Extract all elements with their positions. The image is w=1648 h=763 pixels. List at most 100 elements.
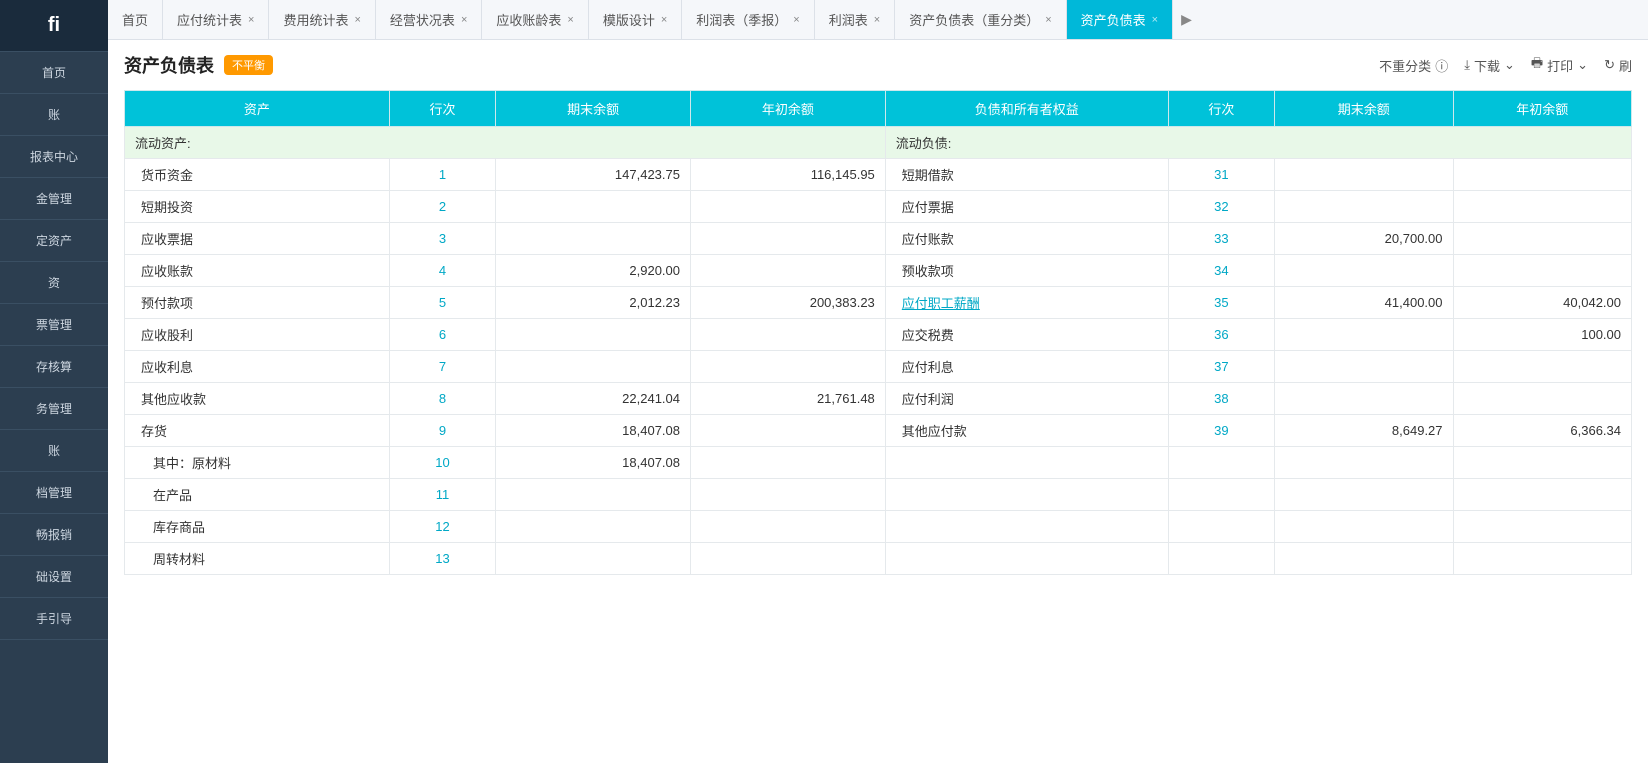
right-period-end[interactable]: [1275, 447, 1453, 479]
left-year-begin[interactable]: [691, 255, 886, 287]
left-name[interactable]: 其他应收款: [125, 383, 390, 415]
sidebar-item-invoice[interactable]: 票管理: [0, 304, 108, 346]
refresh-action[interactable]: ↻ 刷: [1604, 56, 1632, 75]
sidebar-item-report-center[interactable]: 报表中心: [0, 136, 108, 178]
tab-close-operations[interactable]: ×: [461, 14, 467, 26]
right-period-end[interactable]: [1275, 543, 1453, 575]
right-period-end[interactable]: [1275, 191, 1453, 223]
tab-close-template[interactable]: ×: [661, 14, 667, 26]
right-year-begin[interactable]: [1453, 255, 1631, 287]
right-name[interactable]: 应交税费: [885, 319, 1168, 351]
left-name[interactable]: 应收利息: [125, 351, 390, 383]
sidebar-item-tax[interactable]: 务管理: [0, 388, 108, 430]
right-period-end[interactable]: [1275, 159, 1453, 191]
right-year-begin[interactable]: [1453, 351, 1631, 383]
right-name[interactable]: [885, 447, 1168, 479]
right-name[interactable]: 应付职工薪酬: [885, 287, 1168, 319]
tab-close-receivable-age[interactable]: ×: [567, 14, 573, 26]
left-period-end[interactable]: [496, 191, 691, 223]
right-period-end[interactable]: [1275, 255, 1453, 287]
right-year-begin[interactable]: [1453, 511, 1631, 543]
left-year-begin[interactable]: [691, 479, 886, 511]
left-name[interactable]: 货币资金: [125, 159, 390, 191]
tab-scroll-right[interactable]: ▶: [1173, 11, 1200, 28]
left-period-end[interactable]: 18,407.08: [496, 415, 691, 447]
classify-action[interactable]: 不重分类 ⓘ: [1379, 56, 1448, 75]
sidebar-item-account[interactable]: 账: [0, 94, 108, 136]
left-period-end[interactable]: 2,012.23: [496, 287, 691, 319]
right-year-begin[interactable]: [1453, 223, 1631, 255]
tab-close-profit[interactable]: ×: [874, 14, 880, 26]
left-name[interactable]: 短期投资: [125, 191, 390, 223]
left-year-begin[interactable]: [691, 351, 886, 383]
left-period-end[interactable]: [496, 351, 691, 383]
sidebar-item-fund[interactable]: 金管理: [0, 178, 108, 220]
left-year-begin[interactable]: [691, 543, 886, 575]
right-name[interactable]: [885, 543, 1168, 575]
left-year-begin[interactable]: [691, 319, 886, 351]
right-period-end[interactable]: [1275, 383, 1453, 415]
right-name[interactable]: 应付利息: [885, 351, 1168, 383]
print-action[interactable]: 🖶 打印 ⌄: [1531, 54, 1588, 76]
right-year-begin[interactable]: [1453, 447, 1631, 479]
right-year-begin[interactable]: 40,042.00: [1453, 287, 1631, 319]
right-year-begin[interactable]: [1453, 543, 1631, 575]
tab-close-expense-stats[interactable]: ×: [354, 14, 360, 26]
left-year-begin[interactable]: 200,383.23: [691, 287, 886, 319]
right-period-end[interactable]: 8,649.27: [1275, 415, 1453, 447]
right-period-end[interactable]: [1275, 351, 1453, 383]
download-action[interactable]: ⤓ 下载 ⌄: [1464, 56, 1515, 75]
right-year-begin[interactable]: [1453, 383, 1631, 415]
right-name[interactable]: [885, 479, 1168, 511]
sidebar-item-expense[interactable]: 畅报销: [0, 514, 108, 556]
sidebar-item-home[interactable]: 首页: [0, 52, 108, 94]
tab-expense-stats[interactable]: 费用统计表 ×: [269, 0, 375, 40]
sidebar-item-inventory[interactable]: 存核算: [0, 346, 108, 388]
right-name[interactable]: [885, 511, 1168, 543]
tab-balance[interactable]: 资产负债表 ×: [1067, 0, 1173, 40]
right-year-begin[interactable]: [1453, 479, 1631, 511]
sidebar-item-fixed-assets[interactable]: 定资产: [0, 220, 108, 262]
left-period-end[interactable]: 2,920.00: [496, 255, 691, 287]
left-name[interactable]: 预付款项: [125, 287, 390, 319]
sidebar-item-archives[interactable]: 档管理: [0, 472, 108, 514]
tab-close-balance[interactable]: ×: [1152, 14, 1158, 26]
left-period-end[interactable]: [496, 543, 691, 575]
right-period-end[interactable]: 41,400.00: [1275, 287, 1453, 319]
right-name[interactable]: 应付利润: [885, 383, 1168, 415]
tab-close-balance-reclassified[interactable]: ×: [1045, 14, 1051, 26]
tab-balance-reclassified[interactable]: 资产负债表（重分类） ×: [895, 0, 1066, 40]
right-name[interactable]: 应付票据: [885, 191, 1168, 223]
left-year-begin[interactable]: [691, 191, 886, 223]
left-year-begin[interactable]: 116,145.95: [691, 159, 886, 191]
right-year-begin[interactable]: 6,366.34: [1453, 415, 1631, 447]
tab-receivable-age[interactable]: 应收账龄表 ×: [482, 0, 588, 40]
tab-close-payable-stats[interactable]: ×: [248, 14, 254, 26]
left-year-begin[interactable]: [691, 223, 886, 255]
right-name[interactable]: 应付账款: [885, 223, 1168, 255]
right-period-end[interactable]: [1275, 479, 1453, 511]
right-period-end[interactable]: [1275, 319, 1453, 351]
right-year-begin[interactable]: [1453, 159, 1631, 191]
tab-operations[interactable]: 经营状况表 ×: [376, 0, 482, 40]
left-year-begin[interactable]: [691, 447, 886, 479]
right-name[interactable]: 其他应付款: [885, 415, 1168, 447]
left-period-end[interactable]: 147,423.75: [496, 159, 691, 191]
left-year-begin[interactable]: 21,761.48: [691, 383, 886, 415]
right-name[interactable]: 短期借款: [885, 159, 1168, 191]
right-name[interactable]: 预收款项: [885, 255, 1168, 287]
sidebar-item-guide[interactable]: 手引导: [0, 598, 108, 640]
left-year-begin[interactable]: [691, 511, 886, 543]
tab-profit-quarterly[interactable]: 利润表（季报） ×: [682, 0, 814, 40]
tab-template[interactable]: 模版设计 ×: [589, 0, 682, 40]
left-name[interactable]: 应收股利: [125, 319, 390, 351]
left-period-end[interactable]: [496, 223, 691, 255]
tab-home[interactable]: 首页: [108, 0, 163, 40]
sidebar-item-settings[interactable]: 础设置: [0, 556, 108, 598]
sidebar-item-capital[interactable]: 资: [0, 262, 108, 304]
right-year-begin[interactable]: 100.00: [1453, 319, 1631, 351]
left-period-end[interactable]: [496, 479, 691, 511]
tab-profit[interactable]: 利润表 ×: [815, 0, 895, 40]
left-period-end[interactable]: 18,407.08: [496, 447, 691, 479]
left-year-begin[interactable]: [691, 415, 886, 447]
